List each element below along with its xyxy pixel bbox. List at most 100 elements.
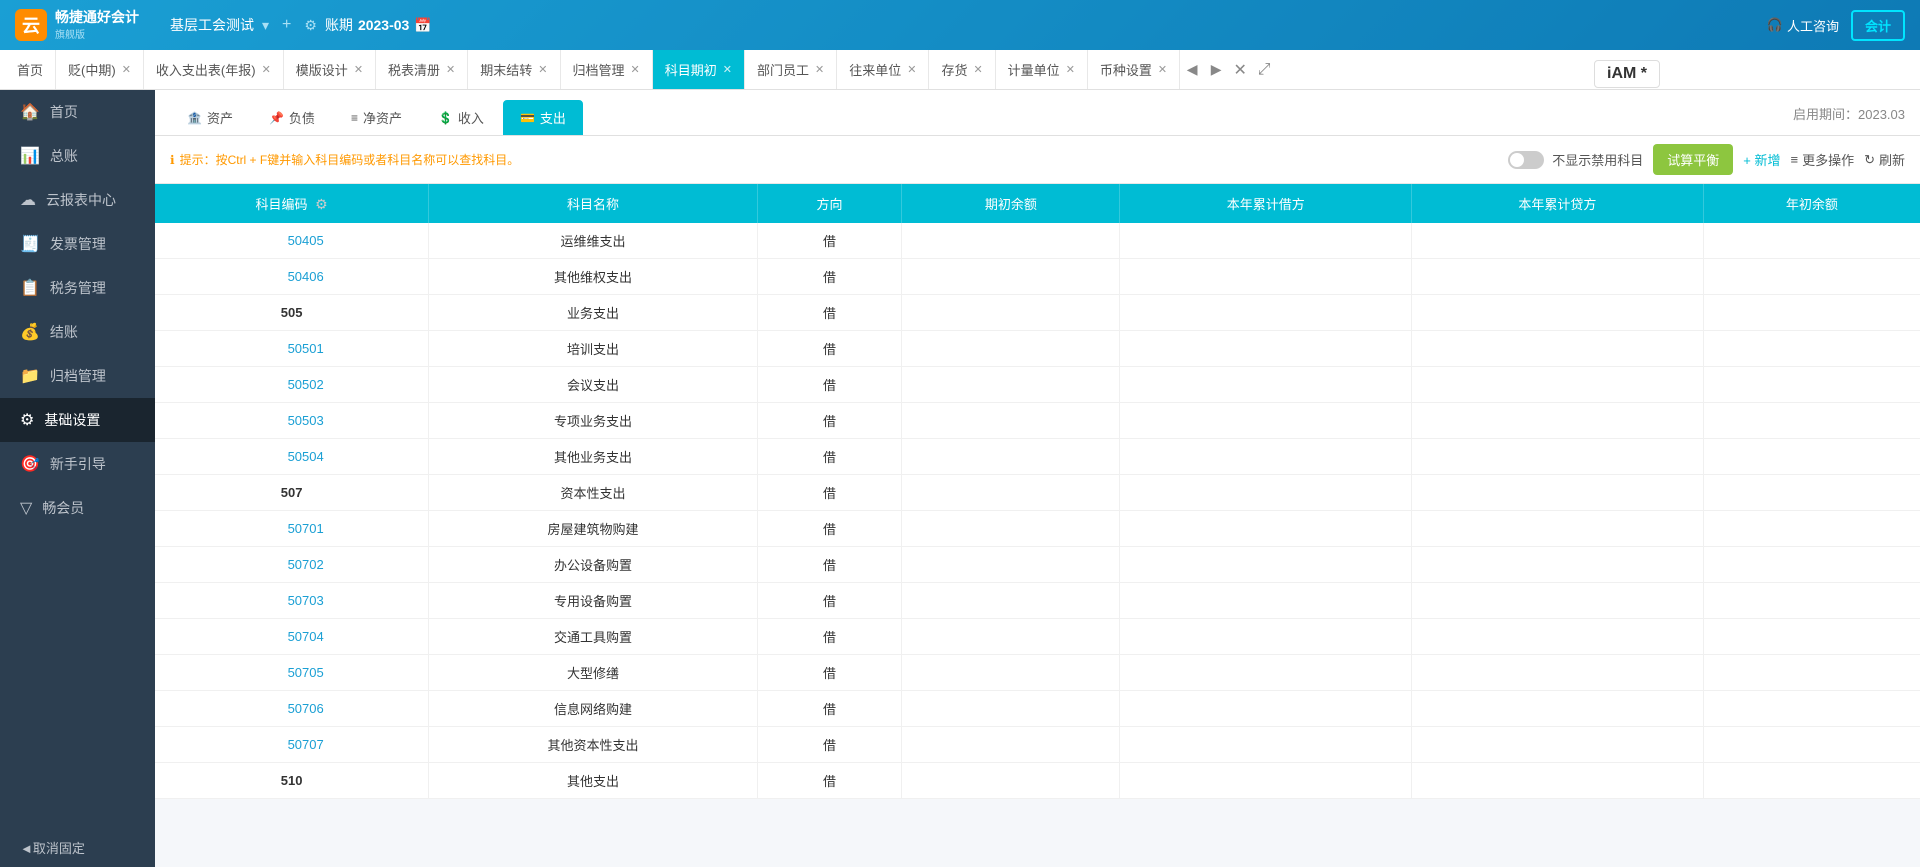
tab-close-mid[interactable]: ✕: [122, 63, 131, 76]
more-actions-button[interactable]: ≡ 更多操作: [1790, 150, 1854, 169]
tab-dept-staff[interactable]: 部门员工 ✕: [745, 50, 837, 90]
cell-year-start-balance[interactable]: [1703, 691, 1920, 727]
table-row[interactable]: 50705大型修缮借: [155, 655, 1920, 691]
cell-opening-balance[interactable]: [902, 619, 1120, 655]
tab-close-currency[interactable]: ✕: [1158, 63, 1167, 76]
cell-ytd-credit[interactable]: [1412, 475, 1704, 511]
cell-ytd-debit[interactable]: [1120, 295, 1412, 331]
table-row[interactable]: 50405运维维支出借: [155, 223, 1920, 259]
subtab-liabilities[interactable]: 📌 负债: [252, 100, 332, 135]
cell-year-start-balance[interactable]: [1703, 295, 1920, 331]
cell-ytd-credit[interactable]: [1412, 583, 1704, 619]
sidebar-item-close-account[interactable]: 💰 结账: [0, 310, 155, 354]
table-row[interactable]: 50504其他业务支出借: [155, 439, 1920, 475]
cell-opening-balance[interactable]: [902, 223, 1120, 259]
subtab-expenditure[interactable]: 💳 支出: [503, 100, 583, 135]
cell-ytd-debit[interactable]: [1120, 403, 1412, 439]
cell-year-start-balance[interactable]: [1703, 475, 1920, 511]
tab-close-period[interactable]: ✕: [538, 63, 547, 76]
table-row[interactable]: 50707其他资本性支出借: [155, 727, 1920, 763]
sidebar-item-report-center[interactable]: ☁ 云报表中心: [0, 178, 155, 222]
cell-ytd-credit[interactable]: [1412, 403, 1704, 439]
cell-ytd-debit[interactable]: [1120, 583, 1412, 619]
cell-opening-balance[interactable]: [902, 403, 1120, 439]
cell-ytd-credit[interactable]: [1412, 331, 1704, 367]
cell-opening-balance[interactable]: [902, 655, 1120, 691]
cell-opening-balance[interactable]: [902, 511, 1120, 547]
cell-ytd-debit[interactable]: [1120, 511, 1412, 547]
cell-opening-balance[interactable]: [902, 295, 1120, 331]
cell-opening-balance[interactable]: [902, 259, 1120, 295]
cell-ytd-credit[interactable]: [1412, 439, 1704, 475]
cell-ytd-credit[interactable]: [1412, 223, 1704, 259]
cell-ytd-debit[interactable]: [1120, 223, 1412, 259]
sidebar-item-guide[interactable]: 🎯 新手引导: [0, 442, 155, 486]
cell-ytd-credit[interactable]: [1412, 511, 1704, 547]
table-row[interactable]: 50703专用设备购置借: [155, 583, 1920, 619]
tab-subject-init[interactable]: 科目期初 ✕: [653, 50, 745, 90]
tab-prev-btn[interactable]: ◀: [1180, 50, 1204, 90]
company-dropdown-icon[interactable]: ▾: [262, 17, 269, 34]
tab-mid-period[interactable]: 贬(中期) ✕: [56, 50, 144, 90]
refresh-button[interactable]: ↻ 刷新: [1864, 150, 1905, 169]
calendar-icon[interactable]: 📅: [414, 17, 431, 34]
table-row[interactable]: 50501培训支出借: [155, 331, 1920, 367]
tab-inventory[interactable]: 存货 ✕: [929, 50, 995, 90]
sidebar-item-invoice[interactable]: 🧾 发票管理: [0, 222, 155, 266]
cell-ytd-debit[interactable]: [1120, 259, 1412, 295]
cell-year-start-balance[interactable]: [1703, 619, 1920, 655]
tab-income-report[interactable]: 收入支出表(年报) ✕: [144, 50, 284, 90]
table-row[interactable]: 510其他支出借: [155, 763, 1920, 799]
cell-opening-balance[interactable]: [902, 439, 1120, 475]
subtab-income[interactable]: 💲 收入: [421, 100, 501, 135]
tab-homepage[interactable]: 首页: [5, 50, 56, 90]
table-row[interactable]: 50503专项业务支出借: [155, 403, 1920, 439]
sidebar-item-ledger[interactable]: 📊 总账: [0, 134, 155, 178]
cell-year-start-balance[interactable]: [1703, 583, 1920, 619]
tab-archive[interactable]: 归档管理 ✕: [561, 50, 653, 90]
table-row[interactable]: 50502会议支出借: [155, 367, 1920, 403]
table-row[interactable]: 50702办公设备购置借: [155, 547, 1920, 583]
sidebar-item-tax[interactable]: 📋 税务管理: [0, 266, 155, 310]
cell-ytd-debit[interactable]: [1120, 691, 1412, 727]
cell-ytd-debit[interactable]: [1120, 475, 1412, 511]
tab-template[interactable]: 模版设计 ✕: [284, 50, 376, 90]
calculate-balance-button[interactable]: 试算平衡: [1653, 144, 1733, 175]
cell-ytd-credit[interactable]: [1412, 691, 1704, 727]
cell-opening-balance[interactable]: [902, 763, 1120, 799]
cell-year-start-balance[interactable]: [1703, 511, 1920, 547]
sidebar-collapse-btn[interactable]: ◄取消固定: [0, 828, 155, 867]
tab-close-units[interactable]: ✕: [1066, 63, 1075, 76]
subtab-net-assets[interactable]: ≡ 净资产: [334, 100, 419, 135]
table-row[interactable]: 50704交通工具购置借: [155, 619, 1920, 655]
add-button[interactable]: + 新增: [1743, 150, 1780, 169]
cell-ytd-debit[interactable]: [1120, 727, 1412, 763]
cell-year-start-balance[interactable]: [1703, 331, 1920, 367]
cell-year-start-balance[interactable]: [1703, 547, 1920, 583]
cell-year-start-balance[interactable]: [1703, 259, 1920, 295]
tab-currency[interactable]: 币种设置 ✕: [1088, 50, 1180, 90]
sidebar-item-home[interactable]: 🏠 首页: [0, 90, 155, 134]
cell-ytd-credit[interactable]: [1412, 259, 1704, 295]
cell-year-start-balance[interactable]: [1703, 727, 1920, 763]
tab-close-all-btn[interactable]: ✕: [1228, 50, 1252, 90]
toggle-disabled-subjects[interactable]: [1508, 151, 1544, 169]
cell-year-start-balance[interactable]: [1703, 763, 1920, 799]
cell-ytd-debit[interactable]: [1120, 763, 1412, 799]
sidebar-item-archive[interactable]: 📁 归档管理: [0, 354, 155, 398]
cell-ytd-debit[interactable]: [1120, 331, 1412, 367]
tab-close-inventory[interactable]: ✕: [973, 63, 982, 76]
tab-close-tax[interactable]: ✕: [446, 63, 455, 76]
tab-close-income[interactable]: ✕: [262, 63, 271, 76]
cell-ytd-credit[interactable]: [1412, 367, 1704, 403]
tab-close-template[interactable]: ✕: [354, 63, 363, 76]
cell-ytd-credit[interactable]: [1412, 619, 1704, 655]
cell-ytd-debit[interactable]: [1120, 655, 1412, 691]
sidebar-item-vip[interactable]: ▽ 畅会员: [0, 486, 155, 530]
cell-ytd-debit[interactable]: [1120, 439, 1412, 475]
sidebar-item-basic-settings[interactable]: ⚙ 基础设置: [0, 398, 155, 442]
settings-icon[interactable]: ⚙: [304, 17, 317, 34]
account-button[interactable]: 会计: [1851, 10, 1905, 41]
cell-ytd-debit[interactable]: [1120, 619, 1412, 655]
table-row[interactable]: 50701房屋建筑物购建借: [155, 511, 1920, 547]
